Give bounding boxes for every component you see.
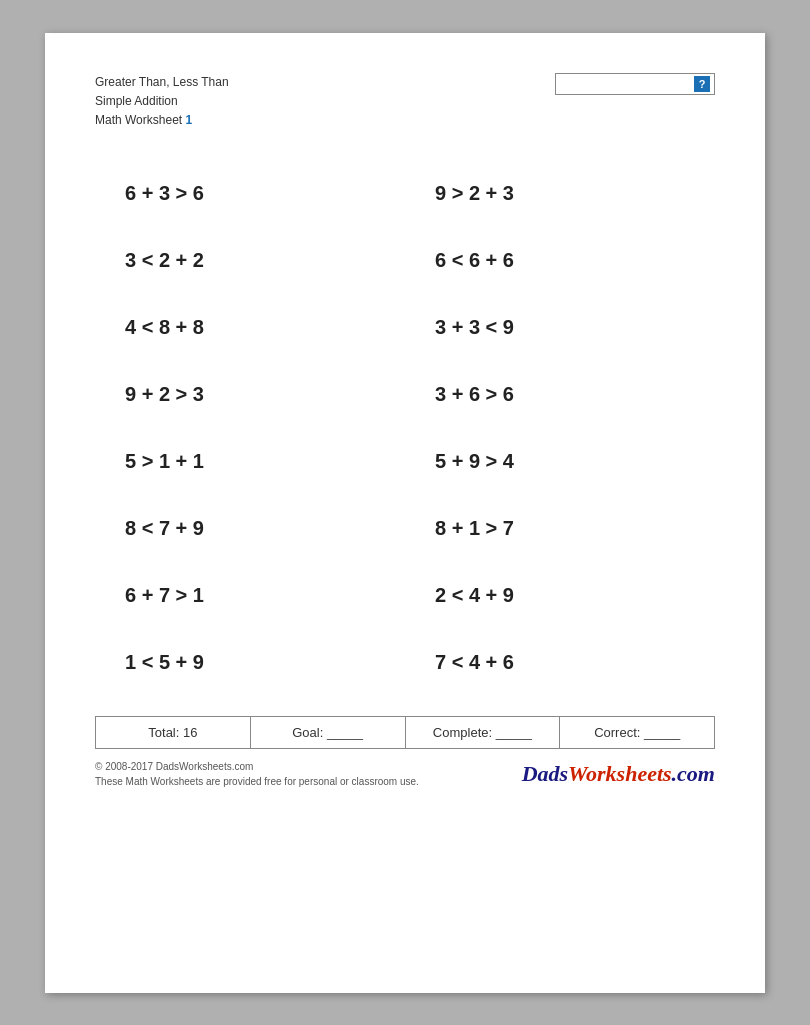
header-line2: Simple Addition bbox=[95, 92, 229, 111]
problem-left-8: 1 < 5 + 9 bbox=[95, 629, 405, 696]
copyright-line2: These Math Worksheets are provided free … bbox=[95, 774, 419, 789]
brand-dads: Dads bbox=[522, 761, 568, 786]
problem-left-5: 5 > 1 + 1 bbox=[95, 428, 405, 495]
header-line3-prefix: Math Worksheet bbox=[95, 113, 185, 127]
problem-left-7: 6 + 7 > 1 bbox=[95, 562, 405, 629]
header-left: Greater Than, Less Than Simple Addition … bbox=[95, 73, 229, 131]
problem-right-4: 3 + 6 > 6 bbox=[405, 361, 715, 428]
footer-total: Total: 16 bbox=[96, 717, 251, 748]
footer-correct: Correct: _____ bbox=[560, 717, 714, 748]
problem-right-8: 7 < 4 + 6 bbox=[405, 629, 715, 696]
problem-left-6: 8 < 7 + 9 bbox=[95, 495, 405, 562]
name-box[interactable]: ? bbox=[555, 73, 715, 95]
footer-bottom: © 2008-2017 DadsWorksheets.com These Mat… bbox=[95, 759, 715, 789]
header-line3: Math Worksheet 1 bbox=[95, 111, 229, 130]
problem-left-4: 9 + 2 > 3 bbox=[95, 361, 405, 428]
problem-right-6: 8 + 1 > 7 bbox=[405, 495, 715, 562]
problem-right-7: 2 < 4 + 9 bbox=[405, 562, 715, 629]
worksheet-page: Greater Than, Less Than Simple Addition … bbox=[45, 33, 765, 993]
problem-right-3: 3 + 3 < 9 bbox=[405, 294, 715, 361]
footer-goal: Goal: _____ bbox=[251, 717, 406, 748]
brand-com: .com bbox=[672, 761, 715, 786]
header-line1: Greater Than, Less Than bbox=[95, 73, 229, 92]
footer-bar: Total: 16 Goal: _____ Complete: _____ Co… bbox=[95, 716, 715, 749]
header: Greater Than, Less Than Simple Addition … bbox=[95, 73, 715, 131]
problems-grid: 6 + 3 > 69 > 2 + 33 < 2 + 26 < 6 + 64 < … bbox=[95, 160, 715, 696]
brand-logo: DadsWorksheets.com bbox=[522, 761, 715, 787]
footer-complete: Complete: _____ bbox=[406, 717, 561, 748]
brand-worksheets: Worksheets bbox=[568, 761, 672, 786]
problem-right-2: 6 < 6 + 6 bbox=[405, 227, 715, 294]
problem-left-1: 6 + 3 > 6 bbox=[95, 160, 405, 227]
name-box-icon: ? bbox=[694, 76, 710, 92]
problem-right-5: 5 + 9 > 4 bbox=[405, 428, 715, 495]
problem-left-2: 3 < 2 + 2 bbox=[95, 227, 405, 294]
copyright: © 2008-2017 DadsWorksheets.com These Mat… bbox=[95, 759, 419, 789]
problem-right-1: 9 > 2 + 3 bbox=[405, 160, 715, 227]
copyright-line1: © 2008-2017 DadsWorksheets.com bbox=[95, 759, 419, 774]
worksheet-number: 1 bbox=[185, 113, 192, 127]
problem-left-3: 4 < 8 + 8 bbox=[95, 294, 405, 361]
